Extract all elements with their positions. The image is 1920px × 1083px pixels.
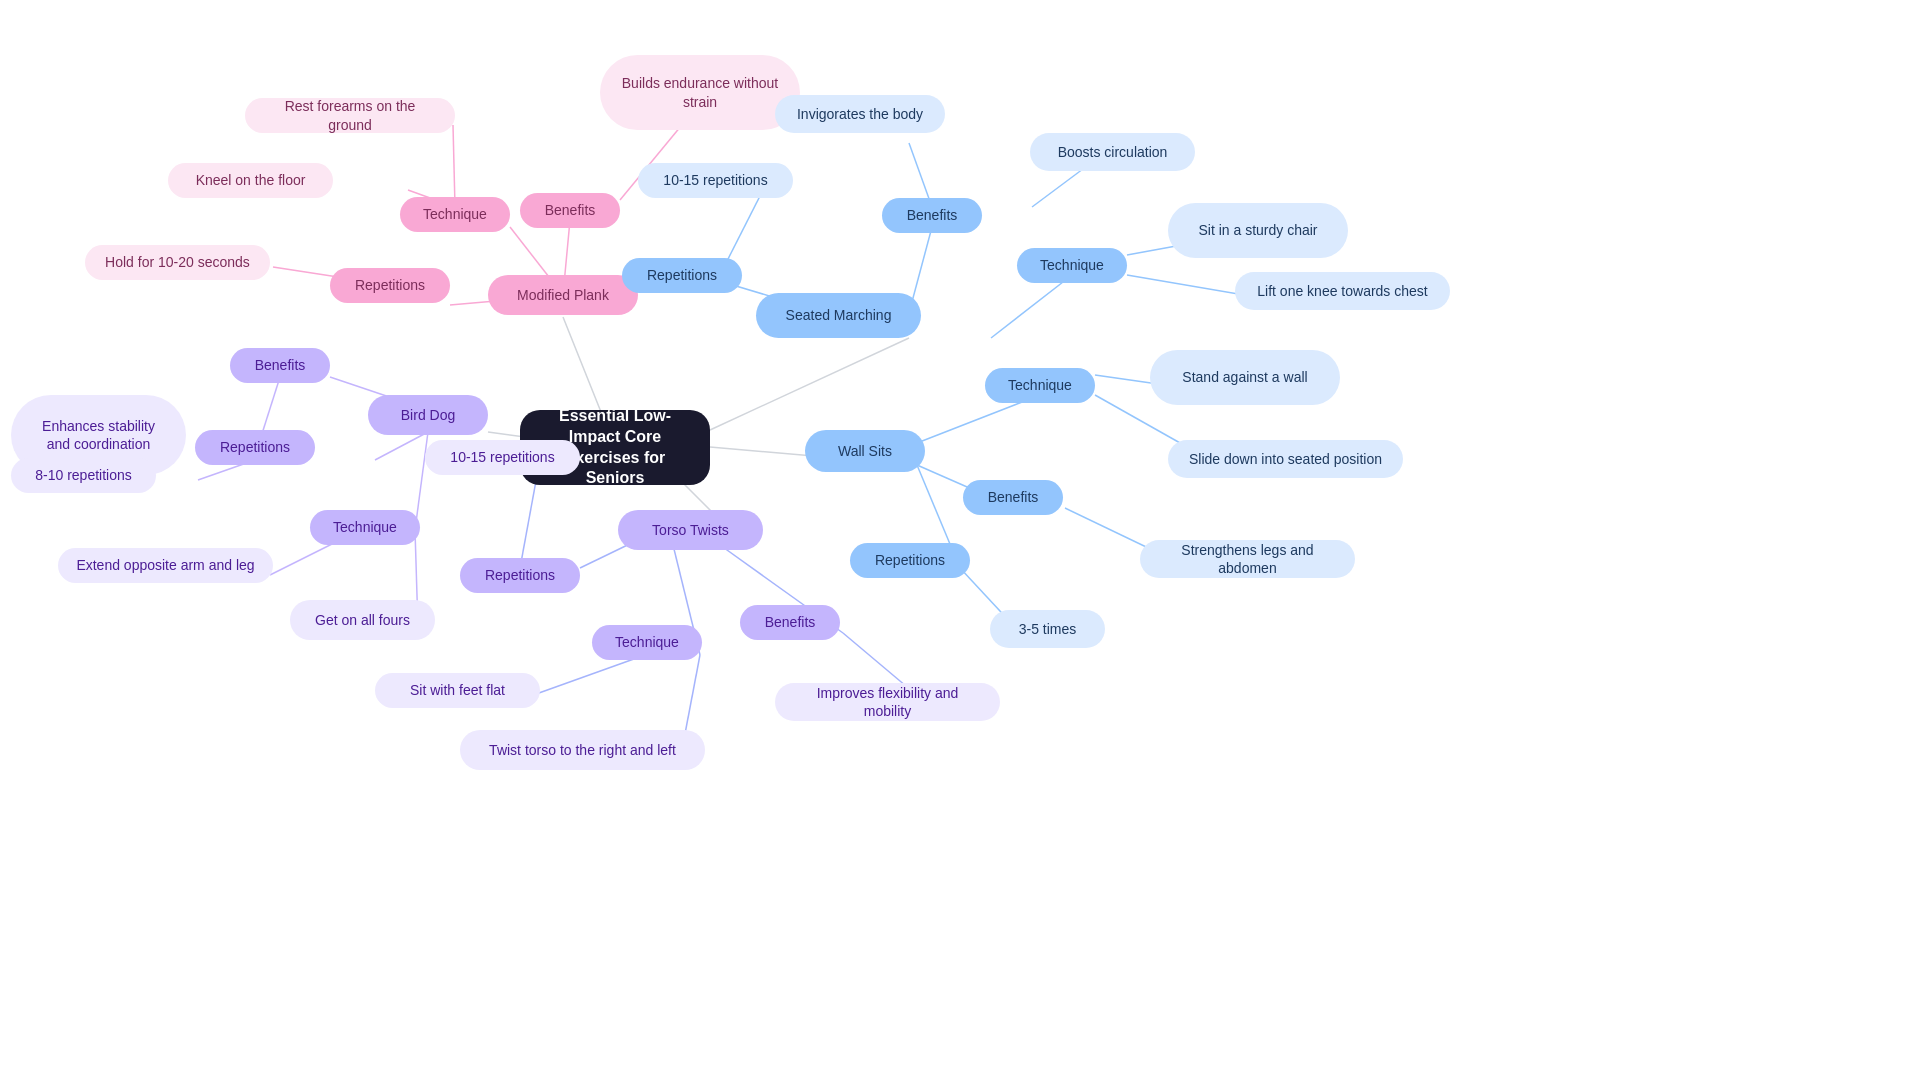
mp-reps-text-node: Hold for 10-20 seconds (85, 245, 270, 280)
ws-reps-text-node: 3-5 times (990, 610, 1105, 648)
sm-benefits-node: Benefits (882, 198, 982, 233)
bd-tech1-node: Extend opposite arm and leg (58, 548, 273, 583)
mp-technique-node: Technique (400, 197, 510, 232)
tt-benefits-text-node: Improves flexibility and mobility (775, 683, 1000, 721)
sm-tech2-node: Lift one knee towards chest (1235, 272, 1450, 310)
ws-benefits-node: Benefits (963, 480, 1063, 515)
mp-tech1-node: Kneel on the floor (168, 163, 333, 198)
mp-reps-node: Repetitions (330, 268, 450, 303)
svg-line-28 (991, 275, 1072, 338)
svg-line-22 (520, 470, 538, 568)
sm-benefits2-node: Boosts circulation (1030, 133, 1195, 171)
seated-marching-node: Seated Marching (756, 293, 921, 338)
ws-tech1-node: Stand against a wall (1150, 350, 1340, 405)
sm-tech1-node: Sit in a sturdy chair (1168, 203, 1348, 258)
tt-reps-text-node: 10-15 repetitions (425, 440, 580, 475)
bd-benefits-node: Benefits (230, 348, 330, 383)
sm-reps-text-node: 10-15 repetitions (638, 163, 793, 198)
svg-line-11 (453, 125, 455, 207)
modified-plank-node: Modified Plank (488, 275, 638, 315)
tt-reps-node: Repetitions (460, 558, 580, 593)
tt-benefits-node: Benefits (740, 605, 840, 640)
ws-benefits-text-node: Strengthens legs and abdomen (1140, 540, 1355, 578)
svg-line-31 (726, 188, 764, 263)
svg-line-14 (415, 432, 428, 530)
bd-technique-node: Technique (310, 510, 420, 545)
tt-technique-node: Technique (592, 625, 702, 660)
ws-reps-node: Repetitions (850, 543, 970, 578)
mp-benefits-text-node: Builds endurance without strain (600, 55, 800, 130)
bd-reps-text-node: 8-10 repetitions (11, 458, 156, 493)
sm-technique-node: Technique (1017, 248, 1127, 283)
sm-benefits1-node: Invigorates the body (775, 95, 945, 133)
bd-reps-node: Repetitions (195, 430, 315, 465)
svg-line-3 (710, 338, 909, 430)
bd-tech2-node: Get on all fours (290, 600, 435, 640)
bird-dog-node: Bird Dog (368, 395, 488, 435)
ws-technique-node: Technique (985, 368, 1095, 403)
wall-sits-node: Wall Sits (805, 430, 925, 472)
torso-twists-node: Torso Twists (618, 510, 763, 550)
tt-tech1-node: Sit with feet flat (375, 673, 540, 708)
ws-tech2-node: Slide down into seated position (1168, 440, 1403, 478)
tt-tech2-node: Twist torso to the right and left (460, 730, 705, 770)
svg-line-13 (375, 432, 428, 460)
mp-benefits-node: Benefits (520, 193, 620, 228)
mp-tech2-node: Rest forearms on the ground (245, 98, 455, 133)
sm-reps-node: Repetitions (622, 258, 742, 293)
